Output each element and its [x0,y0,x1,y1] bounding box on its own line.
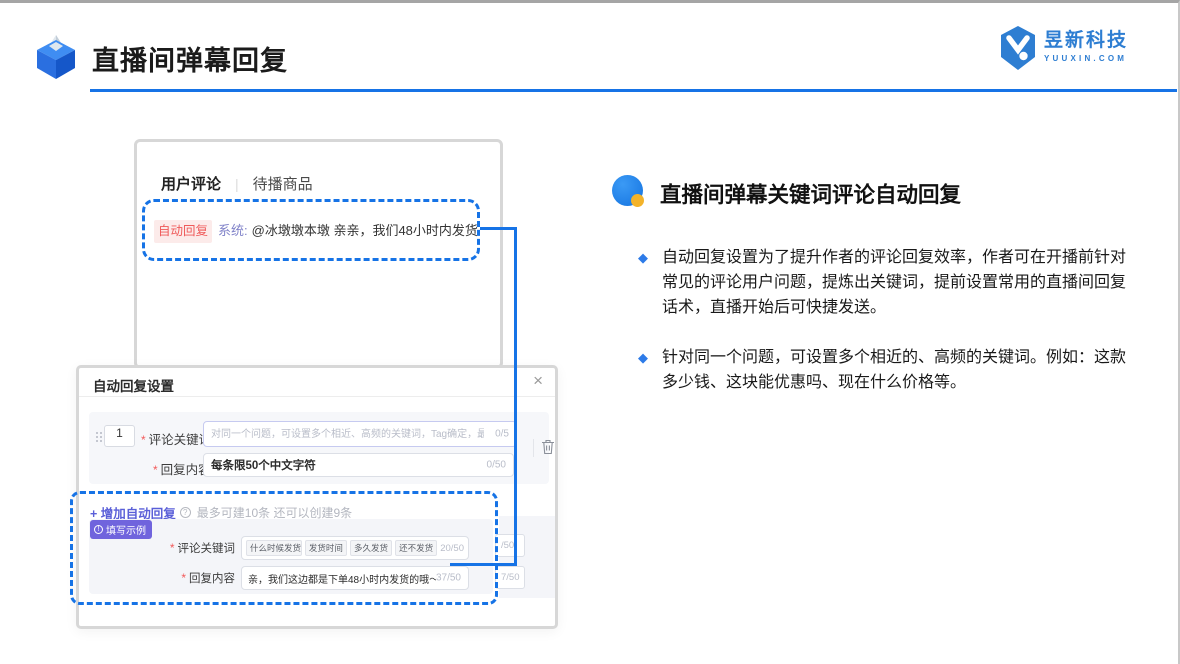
app-logo-icon [37,35,75,79]
info-bullet: ◆ 自动回复设置为了提升作者的评论回复效率，作者可在开播前针对常见的评论用户问题… [638,245,1150,320]
company-domain: YUUXIN.COM [1044,54,1128,63]
trash-icon [542,439,554,455]
highlight-box-example [70,491,498,605]
clipped-counter: 7/50 [495,566,525,589]
reply-rule-row: 1 *评论关键词 0/5 *回复内容 0/50 [89,412,554,484]
auto-reply-message: 自动回复系统:@冰墩墩本墩 亲亲，我们48小时内发货 [154,220,478,243]
required-star: * [153,463,158,477]
reply-content-field[interactable] [204,454,513,476]
bullet-diamond-icon: ◆ [638,250,648,265]
page: 直播间弹幕回复 昱新科技 YUUXIN.COM 用户评论 | 待播商品 自动回复… [0,0,1180,664]
modal-header-divider [79,396,555,397]
reply-content-input[interactable]: 0/50 [203,453,514,477]
connector-line [480,227,517,230]
required-star: * [141,433,146,447]
title-underline-divider [90,89,1177,92]
tab-upcoming-products[interactable]: 待播商品 [253,173,313,194]
auto-reply-badge: 自动回复 [154,220,213,243]
modal-title: 自动回复设置 [93,379,174,394]
bullet-text: 针对同一个问题，可设置多个相近的、高频的关键词。例如：这款多少钱、这块能优惠吗、… [662,349,1127,391]
info-heading: 直播间弹幕关键词评论自动回复 [660,183,962,207]
company-logo-icon [1001,26,1035,70]
connector-line [514,227,517,566]
delete-rule-button[interactable] [541,439,557,457]
field-divider [533,439,534,457]
bullet-diamond-icon: ◆ [638,350,648,365]
tab-user-comments[interactable]: 用户评论 [161,173,221,194]
message-sender: 系统: [218,223,248,238]
tab-divider: | [235,175,239,192]
keyword-input-field[interactable] [204,422,516,446]
company-logo: 昱新科技 YUUXIN.COM [998,25,1128,71]
connector-line [450,563,517,566]
keyword-input[interactable]: 0/5 [203,421,517,447]
close-icon[interactable]: × [533,371,543,391]
message-text: @冰墩墩本墩 亲亲，我们48小时内发货 [251,223,478,238]
drag-handle-icon[interactable] [96,432,102,442]
reply-counter: 0/50 [486,459,506,471]
page-title: 直播间弹幕回复 [92,46,288,76]
keyword-counter: 0/5 [495,428,509,440]
clipped-counter: /50 [495,534,525,557]
info-bullet: ◆ 针对同一个问题，可设置多个相近的、高频的关键词。例如：这款多少钱、这块能优惠… [638,345,1150,395]
company-name: 昱新科技 [1044,30,1129,51]
chat-bubble-icon [612,175,646,209]
tab-bar: 用户评论 | 待播商品 [161,173,313,194]
bullet-text: 自动回复设置为了提升作者的评论回复效率，作者可在开播前针对常见的评论用户问题，提… [662,249,1127,316]
keyword-field-label: * 评论关键词 [141,433,212,447]
rule-index-input[interactable]: 1 [104,425,135,447]
